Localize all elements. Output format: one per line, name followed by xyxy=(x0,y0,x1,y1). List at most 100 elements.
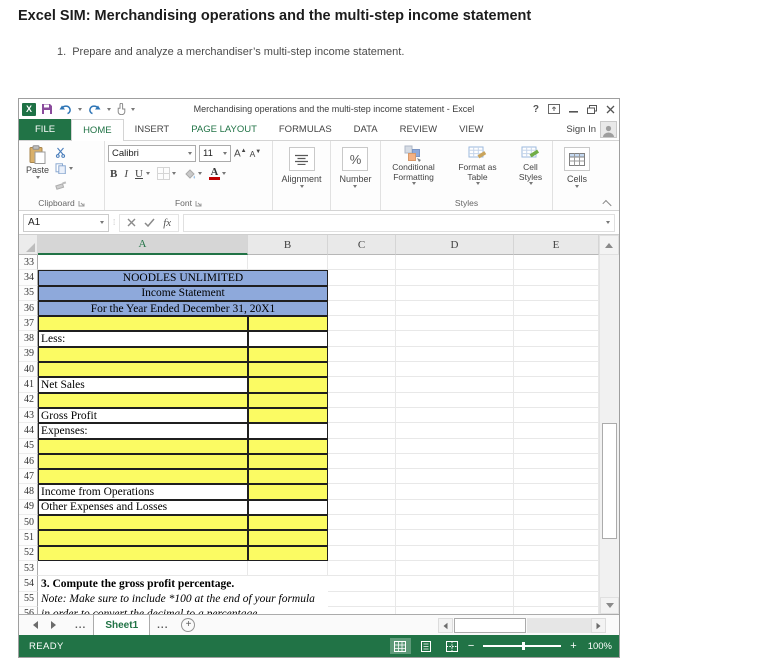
cell-D42[interactable] xyxy=(396,392,514,408)
cell-E52[interactable] xyxy=(514,545,599,561)
cell-E38[interactable] xyxy=(514,331,599,347)
cell-C39[interactable] xyxy=(328,346,396,363)
zoom-out-icon[interactable]: − xyxy=(468,640,474,652)
undo-dropdown-icon[interactable] xyxy=(78,107,82,111)
cell-E33[interactable] xyxy=(514,255,599,271)
paste-button[interactable]: Paste xyxy=(22,143,53,181)
cell-D45[interactable] xyxy=(396,438,514,454)
row-header-35[interactable]: 35 xyxy=(19,285,38,301)
row-header-37[interactable]: 37 xyxy=(19,316,38,332)
decrease-font-button[interactable]: A▼ xyxy=(250,149,262,159)
cell-C34[interactable] xyxy=(328,270,396,286)
cell-B37[interactable] xyxy=(248,316,328,332)
cell-D48[interactable] xyxy=(396,484,514,500)
vertical-scroll-thumb[interactable] xyxy=(602,422,617,539)
cell-B53[interactable] xyxy=(248,560,328,577)
cell-C51[interactable] xyxy=(328,530,396,546)
cell-D46[interactable] xyxy=(396,453,514,470)
row-header-40[interactable]: 40 xyxy=(19,362,38,378)
cell-B33[interactable] xyxy=(248,255,328,271)
bold-button[interactable]: B xyxy=(110,168,117,180)
cell-C42[interactable] xyxy=(328,392,396,408)
font-name-combo[interactable]: Calibri xyxy=(108,145,196,162)
tab-insert[interactable]: INSERT xyxy=(124,119,181,140)
cell-E56[interactable] xyxy=(514,606,599,614)
column-header-E[interactable]: E xyxy=(514,235,599,255)
row-header-46[interactable]: 46 xyxy=(19,453,38,470)
cell-C41[interactable] xyxy=(328,377,396,393)
horizontal-scroll-left-icon[interactable] xyxy=(438,618,453,633)
fill-color-dropdown-icon[interactable] xyxy=(197,172,202,175)
copy-button[interactable] xyxy=(55,162,74,175)
cell-E42[interactable] xyxy=(514,392,599,408)
cell-styles-button[interactable]: Cell Styles xyxy=(509,143,553,187)
underline-dropdown-icon[interactable] xyxy=(145,172,150,175)
cell-E50[interactable] xyxy=(514,515,599,531)
format-as-table-dropdown-icon[interactable] xyxy=(475,182,480,185)
cell-E54[interactable] xyxy=(514,576,599,592)
horizontal-scroll-thumb[interactable] xyxy=(454,618,526,633)
tab-view[interactable]: VIEW xyxy=(448,119,494,140)
tab-formulas[interactable]: FORMULAS xyxy=(268,119,343,140)
row-header-44[interactable]: 44 xyxy=(19,423,38,439)
font-color-button[interactable]: A xyxy=(208,167,220,180)
conditional-formatting-dropdown-icon[interactable] xyxy=(411,182,416,185)
formula-bar-expand-icon[interactable] xyxy=(606,221,610,224)
cell-E45[interactable] xyxy=(514,438,599,454)
cell-E47[interactable] xyxy=(514,469,599,485)
paste-dropdown-icon[interactable] xyxy=(35,176,40,179)
cell-D47[interactable] xyxy=(396,469,514,485)
row-header-52[interactable]: 52 xyxy=(19,545,38,561)
row-header-33[interactable]: 33 xyxy=(19,255,38,271)
cell-A51[interactable] xyxy=(38,530,248,546)
cell-E35[interactable] xyxy=(514,285,599,301)
cell-E39[interactable] xyxy=(514,346,599,363)
row-header-39[interactable]: 39 xyxy=(19,346,38,363)
cell-C50[interactable] xyxy=(328,515,396,531)
new-sheet-icon[interactable]: + xyxy=(181,618,196,632)
cells-button[interactable]: Cells xyxy=(560,145,594,190)
cell-C45[interactable] xyxy=(328,438,396,454)
cell-A36-merged[interactable]: For the Year Ended December 31, 20X1 xyxy=(38,300,328,317)
cell-E41[interactable] xyxy=(514,377,599,393)
cell-C53[interactable] xyxy=(328,560,396,577)
alignment-dropdown-icon[interactable] xyxy=(299,185,304,188)
ribbon-display-options-icon[interactable] xyxy=(548,104,560,114)
column-header-D[interactable]: D xyxy=(396,235,514,255)
cell-B40[interactable] xyxy=(248,362,328,378)
underline-button[interactable]: U xyxy=(135,168,143,180)
cell-E49[interactable] xyxy=(514,499,599,516)
cells-dropdown-icon[interactable] xyxy=(575,185,579,188)
cell-C52[interactable] xyxy=(328,545,396,561)
cell-E36[interactable] xyxy=(514,300,599,317)
alignment-button[interactable]: Alignment xyxy=(277,145,325,190)
cell-E51[interactable] xyxy=(514,530,599,546)
cell-D43[interactable] xyxy=(396,407,514,424)
cell-A34-merged[interactable]: NOODLES UNLIMITED xyxy=(38,270,328,286)
cell-C46[interactable] xyxy=(328,453,396,470)
cell-B47[interactable] xyxy=(248,469,328,485)
row-header-36[interactable]: 36 xyxy=(19,300,38,317)
cell-C47[interactable] xyxy=(328,469,396,485)
cell-A47[interactable] xyxy=(38,469,248,485)
format-as-table-button[interactable]: Format as Table xyxy=(449,143,507,187)
cell-A38[interactable]: Less: xyxy=(38,331,248,347)
tab-page-layout[interactable]: PAGE LAYOUT xyxy=(180,119,268,140)
horizontal-scroll-right-icon[interactable] xyxy=(591,618,606,633)
cell-C44[interactable] xyxy=(328,423,396,439)
number-button[interactable]: % Number xyxy=(335,145,375,190)
cell-E34[interactable] xyxy=(514,270,599,286)
cell-A40[interactable] xyxy=(38,362,248,378)
cell-E55[interactable] xyxy=(514,591,599,607)
borders-dropdown-icon[interactable] xyxy=(171,172,176,175)
tab-file[interactable]: FILE xyxy=(19,119,72,140)
row-header-38[interactable]: 38 xyxy=(19,331,38,347)
font-size-dropdown-icon[interactable] xyxy=(223,152,227,155)
cell-D52[interactable] xyxy=(396,545,514,561)
cell-A46[interactable] xyxy=(38,453,248,470)
cell-A41[interactable]: Net Sales xyxy=(38,377,248,393)
tab-home[interactable]: HOME xyxy=(71,119,124,141)
cell-D37[interactable] xyxy=(396,316,514,332)
cell-A35-merged[interactable]: Income Statement xyxy=(38,285,328,301)
formula-input[interactable] xyxy=(183,213,615,232)
